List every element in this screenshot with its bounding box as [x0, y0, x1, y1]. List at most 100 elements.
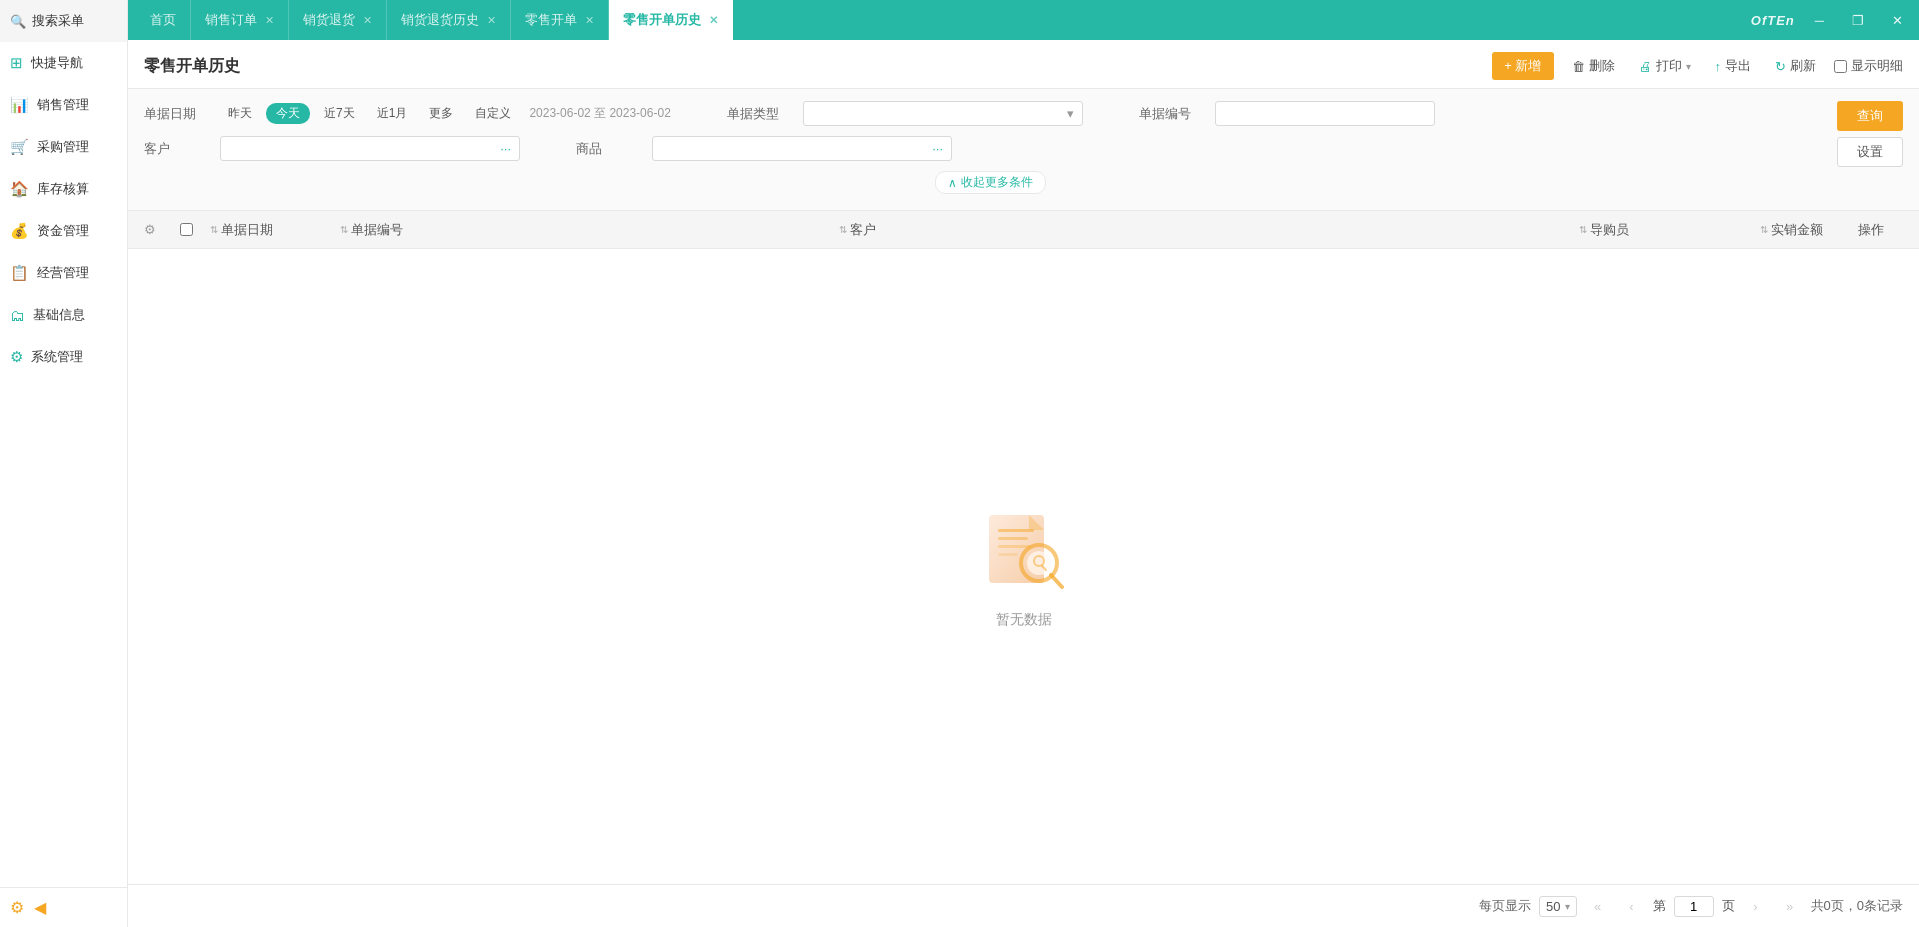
sidebar-label-inventory: 库存核算 — [37, 180, 89, 198]
search-icon: 🔍 — [10, 14, 26, 29]
sidebar-nav: ⊞快捷导航📊销售管理🛒采购管理🏠库存核算 💰 资金管理 📋 经营管理 🗂基础信息⚙系统管理 — [0, 42, 127, 378]
filter-setting-button[interactable]: 设置 — [1837, 137, 1903, 167]
sidebar-label-finance: 资金管理 — [37, 222, 89, 240]
sidebar-item-inventory[interactable]: 🏠库存核算 — [0, 168, 127, 210]
tab-sales-return-history[interactable]: 销货退货历史✕ — [387, 0, 511, 40]
page-size-label: 每页显示 — [1479, 897, 1531, 915]
sort-amount-icon[interactable]: ⇅ — [1760, 224, 1768, 235]
sidebar-icon-finance: 💰 — [10, 222, 29, 240]
minimize-btn[interactable]: ─ — [1807, 11, 1832, 30]
query-button[interactable]: 查询 — [1837, 101, 1903, 131]
order-no-label: 单据编号 — [1139, 105, 1199, 123]
new-button[interactable]: + 新增 — [1492, 52, 1553, 80]
tab-home[interactable]: 首页 — [136, 0, 191, 40]
sidebar-icon-base-info: 🗂 — [10, 307, 25, 324]
page-num-input[interactable] — [1674, 896, 1714, 917]
page-label: 第 — [1653, 897, 1666, 915]
sidebar-icon-operations: 📋 — [10, 264, 29, 282]
sort-customer-icon[interactable]: ⇅ — [839, 224, 847, 235]
tab-close-sales-return[interactable]: ✕ — [363, 14, 372, 27]
sidebar-item-purchase-mgmt[interactable]: 🛒采购管理 — [0, 126, 127, 168]
sidebar-item-sales-mgmt[interactable]: 📊销售管理 — [0, 84, 127, 126]
sidebar-label-operations: 经营管理 — [37, 264, 89, 282]
collapse-sidebar-icon[interactable]: ◀ — [34, 898, 46, 917]
order-no-input[interactable] — [1215, 101, 1435, 126]
last7-btn[interactable]: 近7天 — [316, 103, 363, 124]
table-header: ⚙ ⇅ 单据日期 ⇅ 单据编号 ⇅ 客户 ⇅ 导购员 — [128, 211, 1919, 249]
tab-retail-open[interactable]: 零售开单✕ — [511, 0, 609, 40]
goods-ellipsis-icon: ··· — [932, 141, 943, 156]
collapse-up-icon: ∧ — [948, 176, 957, 190]
next-page-btn[interactable]: › — [1743, 893, 1769, 919]
export-button[interactable]: ↑ 导出 — [1709, 53, 1758, 79]
sort-guide-icon[interactable]: ⇅ — [1579, 224, 1587, 235]
th-amount: ⇅ 实销金额 — [1691, 221, 1831, 239]
custom-date-btn[interactable]: 自定义 — [467, 103, 519, 124]
sidebar-item-sys-mgmt[interactable]: ⚙系统管理 — [0, 336, 127, 378]
collapse-btn[interactable]: ∧ 收起更多条件 — [935, 171, 1046, 194]
refresh-button[interactable]: ↻ 刷新 — [1769, 53, 1822, 79]
sidebar-search-label: 搜索采单 — [32, 12, 84, 30]
delete-icon: 🗑 — [1572, 59, 1585, 74]
page-suffix: 页 — [1722, 897, 1735, 915]
th-checkbox[interactable] — [172, 223, 202, 236]
first-page-btn[interactable]: « — [1585, 893, 1611, 919]
display-detail-check[interactable] — [1834, 60, 1847, 73]
customer-select[interactable]: ··· — [220, 136, 520, 161]
delete-label: 删除 — [1589, 57, 1615, 75]
tab-close-retail-history[interactable]: ✕ — [709, 14, 718, 27]
sort-no-icon[interactable]: ⇅ — [340, 224, 348, 235]
yesterday-btn[interactable]: 昨天 — [220, 103, 260, 124]
sidebar-item-operations[interactable]: 📋 经营管理 — [0, 252, 127, 294]
tab-label-sales-order: 销售订单 — [205, 11, 257, 29]
filter-top-row: 单据日期 昨天 今天 近7天 近1月 更多 自定义 2023-06-02 至 2… — [144, 101, 1903, 198]
goods-label: 商品 — [576, 140, 636, 158]
customer-label: 客户 — [144, 140, 204, 158]
tab-close-sales-return-history[interactable]: ✕ — [487, 14, 496, 27]
settings-bottom-icon[interactable]: ⚙ — [10, 898, 24, 917]
th-action: 操作 — [1831, 221, 1911, 239]
sidebar-item-quick-nav[interactable]: ⊞快捷导航 — [0, 42, 127, 84]
delete-button[interactable]: 🗑 删除 — [1566, 53, 1621, 79]
th-date-label: 单据日期 — [221, 221, 273, 239]
prev-page-btn[interactable]: ‹ — [1619, 893, 1645, 919]
restore-btn[interactable]: ❐ — [1844, 11, 1872, 30]
tab-sales-return[interactable]: 销货退货✕ — [289, 0, 387, 40]
tab-close-sales-order[interactable]: ✕ — [265, 14, 274, 27]
svg-point-7 — [1027, 551, 1051, 575]
more-date-btn[interactable]: 更多 — [421, 103, 461, 124]
last-month-btn[interactable]: 近1月 — [369, 103, 416, 124]
sidebar-item-finance[interactable]: 💰 资金管理 — [0, 210, 127, 252]
sidebar-search[interactable]: 🔍 搜索采单 — [0, 0, 127, 42]
tab-close-retail-open[interactable]: ✕ — [585, 14, 594, 27]
last-page-btn[interactable]: » — [1777, 893, 1803, 919]
sidebar-icon-sys-mgmt: ⚙ — [10, 348, 23, 366]
collapse-row: ∧ 收起更多条件 — [144, 167, 1837, 198]
sort-date-icon[interactable]: ⇅ — [210, 224, 218, 235]
sidebar-icon-quick-nav: ⊞ — [10, 54, 23, 72]
th-guide: ⇅ 导购员 — [1571, 221, 1691, 239]
total-info: 共0页，0条记录 — [1811, 897, 1903, 915]
th-no: ⇅ 单据编号 — [332, 221, 831, 239]
th-settings[interactable]: ⚙ — [136, 222, 172, 237]
tab-bar-right: OfTEn ─ ❐ ✕ — [1751, 11, 1911, 30]
tab-retail-history[interactable]: 零售开单历史✕ — [609, 0, 733, 40]
today-btn[interactable]: 今天 — [266, 103, 310, 124]
svg-rect-2 — [998, 537, 1028, 540]
select-all-checkbox[interactable] — [180, 223, 193, 236]
print-button[interactable]: 🖨 打印 ▾ — [1633, 53, 1697, 79]
goods-select[interactable]: ··· — [652, 136, 952, 161]
display-detail-checkbox[interactable]: 显示明细 — [1834, 57, 1903, 75]
sidebar-label-purchase-mgmt: 采购管理 — [37, 138, 89, 156]
th-date: ⇅ 单据日期 — [202, 221, 332, 239]
empty-text: 暂无数据 — [996, 611, 1052, 629]
svg-rect-3 — [998, 545, 1031, 548]
print-label: 打印 — [1656, 57, 1682, 75]
page-size-select[interactable]: 50 ▾ — [1539, 896, 1576, 917]
sidebar-item-base-info[interactable]: 🗂基础信息 — [0, 294, 127, 336]
tab-sales-order[interactable]: 销售订单 ✕ — [191, 0, 289, 40]
filter-area: 单据日期 昨天 今天 近7天 近1月 更多 自定义 2023-06-02 至 2… — [128, 89, 1919, 211]
pagination: 每页显示 50 ▾ « ‹ 第 页 › » 共0页，0条记录 — [128, 884, 1919, 927]
order-type-select[interactable]: ▾ — [803, 101, 1083, 126]
close-btn[interactable]: ✕ — [1884, 11, 1911, 30]
